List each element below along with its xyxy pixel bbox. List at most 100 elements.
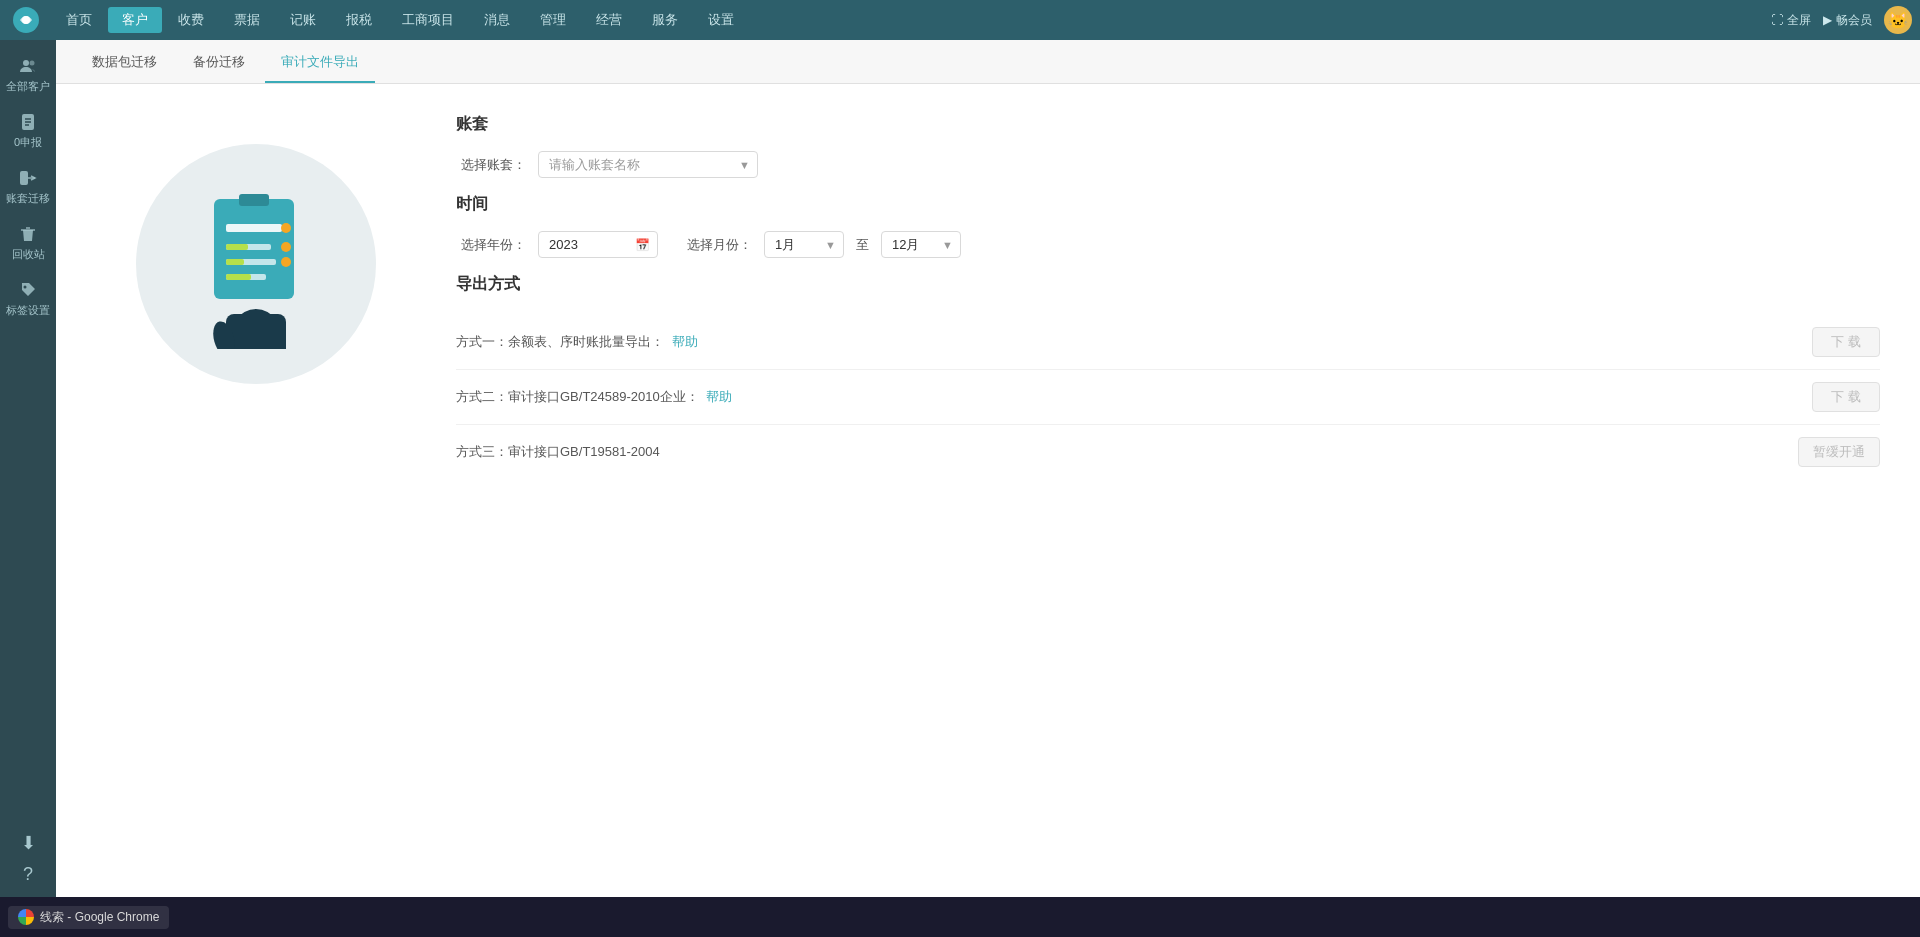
fullscreen-icon: ⛶ [1771,13,1783,27]
select-account-label: 选择账套： [456,156,526,174]
member-button[interactable]: ▶ 畅会员 [1823,12,1872,29]
year-input[interactable] [538,231,658,258]
nav-message[interactable]: 消息 [470,7,524,33]
svg-point-1 [22,16,30,24]
nav-manage[interactable]: 管理 [526,7,580,33]
users-icon [18,56,38,76]
sidebar-item-tag[interactable]: 标签设置 [0,272,56,326]
sidebar-item-all-clients[interactable]: 全部客户 [0,48,56,102]
export-method-1-download-btn[interactable]: 下 载 [1812,327,1880,357]
nav-fee[interactable]: 收费 [164,7,218,33]
export-method-2-label: 方式二：审计接口GB/T24589-2010企业： [456,389,699,404]
illustration-circle [136,144,376,384]
nav-settings[interactable]: 设置 [694,7,748,33]
sidebar-label-zero-declare: 0申报 [14,135,42,150]
sidebar-label-trash: 回收站 [12,247,45,262]
chrome-icon [18,909,34,925]
form-side: 账套 选择账套： 请输入账套名称 ▼ 时间 选择年份： [416,114,1880,867]
svg-rect-12 [226,314,286,349]
sidebar: 全部客户 0申报 账套迁移 回收站 [0,40,56,897]
export-method-1-text: 方式一：余额表、序时账批量导出： 帮助 [456,333,698,351]
form-row-time: 选择年份： 📅 选择月份： 1月2月3月4月 5月6月7月8月 9月10月11月… [456,231,1880,258]
sidebar-download-icon[interactable]: ⬇ [21,832,36,854]
migrate-icon [18,168,38,188]
sub-tabs: 数据包迁移 备份迁移 审计文件导出 [56,40,1920,84]
export-method-2-text: 方式二：审计接口GB/T24589-2010企业： 帮助 [456,388,732,406]
svg-point-22 [281,257,291,267]
sidebar-item-trash[interactable]: 回收站 [0,216,56,270]
nav-items: 首页 客户 收费 票据 记账 报税 工商项目 消息 管理 经营 服务 设置 [52,7,1771,33]
taskbar-chrome-item[interactable]: 线索 - Google Chrome [8,906,169,929]
main-layout: 全部客户 0申报 账套迁移 回收站 [0,40,1920,897]
avatar[interactable]: 🐱 [1884,6,1912,34]
form-row-account: 选择账套： 请输入账套名称 ▼ [456,151,1880,178]
svg-point-20 [281,223,291,233]
tab-data-migrate[interactable]: 数据包迁移 [76,43,173,83]
export-method-1: 方式一：余额表、序时账批量导出： 帮助 下 载 [456,315,1880,370]
export-section: 方式一：余额表、序时账批量导出： 帮助 下 载 方式二：审计接口GB/T2458… [456,315,1880,479]
svg-rect-16 [226,224,282,232]
svg-rect-25 [226,274,251,280]
section-title-export: 导出方式 [456,274,1880,295]
sidebar-help-icon[interactable]: ? [23,864,33,885]
export-method-1-help-link[interactable]: 帮助 [672,334,698,349]
export-method-3-open-btn[interactable]: 暂缓开通 [1798,437,1880,467]
logo [8,2,44,38]
tag-icon [18,280,38,300]
select-month-label: 选择月份： [682,236,752,254]
export-method-3-text: 方式三：审计接口GB/T19581-2004 [456,443,660,461]
svg-rect-24 [226,259,244,265]
video-icon: ▶ [1823,13,1832,27]
top-navigation: 首页 客户 收费 票据 记账 报税 工商项目 消息 管理 经营 服务 设置 ⛶ … [0,0,1920,40]
month-start-wrapper: 1月2月3月4月 5月6月7月8月 9月10月11月12月 ▼ [764,231,844,258]
nav-invoice[interactable]: 票据 [220,7,274,33]
export-method-2: 方式二：审计接口GB/T24589-2010企业： 帮助 下 载 [456,370,1880,425]
taskbar-chrome-label: 线索 - Google Chrome [40,909,159,926]
sidebar-label-migrate: 账套迁移 [6,191,50,206]
month-start-select[interactable]: 1月2月3月4月 5月6月7月8月 9月10月11月12月 [764,231,844,258]
svg-rect-15 [239,194,269,206]
nav-client[interactable]: 客户 [108,7,162,33]
sidebar-bottom: ⬇ ? [21,832,36,885]
svg-point-2 [23,60,29,66]
sidebar-item-migrate[interactable]: 账套迁移 [0,160,56,214]
sidebar-label-tag: 标签设置 [6,303,50,318]
svg-rect-8 [20,171,28,185]
select-year-label: 选择年份： [456,236,526,254]
month-end-wrapper: 1月2月3月4月 5月6月7月8月 9月10月11月 12月 ▼ [881,231,961,258]
nav-tax[interactable]: 报税 [332,7,386,33]
taskbar: 线索 - Google Chrome [0,897,1920,937]
export-method-3: 方式三：审计接口GB/T19581-2004 暂缓开通 [456,425,1880,479]
export-method-3-label: 方式三：审计接口GB/T19581-2004 [456,444,660,459]
sidebar-label-all-clients: 全部客户 [6,79,50,94]
nav-account[interactable]: 记账 [276,7,330,33]
tab-audit-export[interactable]: 审计文件导出 [265,43,375,83]
section-title-account: 账套 [456,114,1880,135]
nav-right: ⛶ 全屏 ▶ 畅会员 🐱 [1771,6,1912,34]
account-select-wrapper: 请输入账套名称 ▼ [538,151,758,178]
year-input-wrapper: 📅 [538,231,658,258]
illustration-svg [176,179,336,349]
export-method-2-help-link[interactable]: 帮助 [706,389,732,404]
illustration-side [96,114,416,867]
nav-home[interactable]: 首页 [52,7,106,33]
account-select[interactable]: 请输入账套名称 [538,151,758,178]
sidebar-item-zero-declare[interactable]: 0申报 [0,104,56,158]
file-icon [18,112,38,132]
section-title-time: 时间 [456,194,1880,215]
trash-icon [18,224,38,244]
nav-operation[interactable]: 经营 [582,7,636,33]
tab-backup-migrate[interactable]: 备份迁移 [177,43,261,83]
member-label: 畅会员 [1836,12,1872,29]
month-end-select[interactable]: 1月2月3月4月 5月6月7月8月 9月10月11月 12月 [881,231,961,258]
svg-point-21 [281,242,291,252]
time-separator: 至 [856,236,869,254]
page-content: 账套 选择账套： 请输入账套名称 ▼ 时间 选择年份： [56,84,1920,897]
fullscreen-label: 全屏 [1787,12,1811,29]
export-method-2-download-btn[interactable]: 下 载 [1812,382,1880,412]
nav-service[interactable]: 服务 [638,7,692,33]
nav-business[interactable]: 工商项目 [388,7,468,33]
svg-rect-23 [226,244,248,250]
fullscreen-button[interactable]: ⛶ 全屏 [1771,12,1811,29]
svg-point-3 [30,61,35,66]
